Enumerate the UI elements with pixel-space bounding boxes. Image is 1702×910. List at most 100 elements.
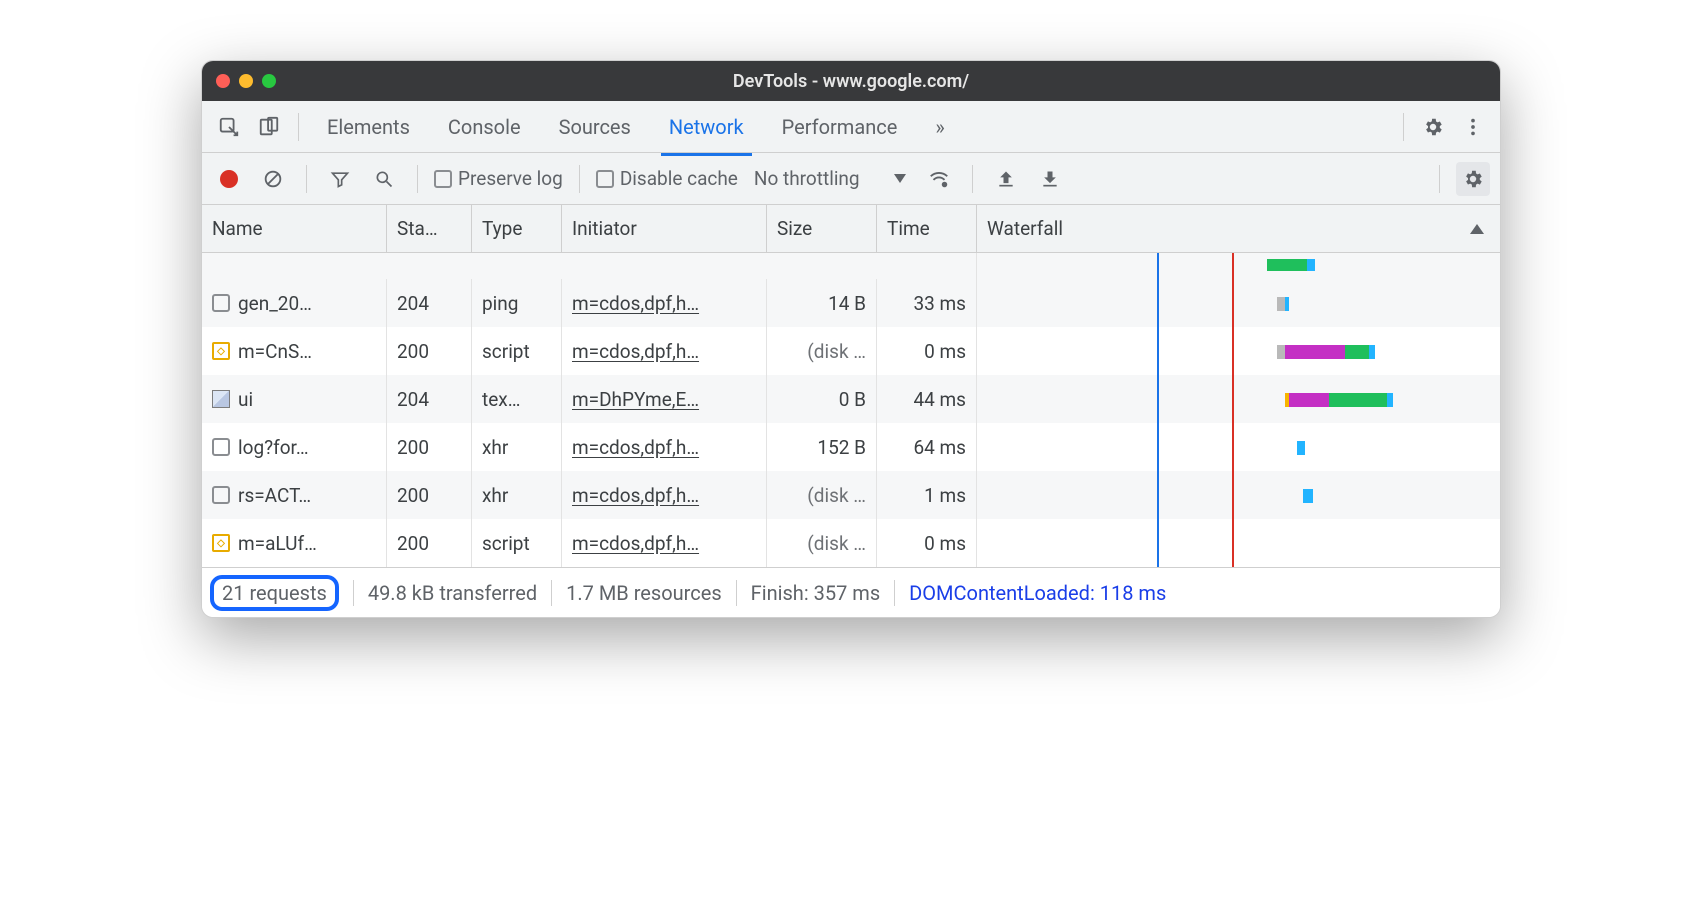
network-status-bar: 21 requests 49.8 kB transferred 1.7 MB r… (202, 567, 1500, 617)
table-row[interactable]: ui204tex…m=DhPYme,E…0 B44 ms (202, 375, 1500, 423)
clear-button[interactable] (256, 162, 290, 196)
cell-type: script (472, 519, 562, 567)
cell-type: ping (472, 279, 562, 327)
search-icon[interactable] (367, 162, 401, 196)
cell-waterfall (977, 375, 1500, 423)
more-menu-icon[interactable] (1456, 110, 1490, 144)
cell-initiator[interactable]: m=cdos,dpf,h… (562, 327, 767, 375)
divider (579, 165, 580, 193)
status-transferred: 49.8 kB transferred (368, 581, 537, 605)
col-type[interactable]: Type (472, 205, 562, 252)
cell-waterfall (977, 471, 1500, 519)
tab-elements[interactable]: Elements (323, 111, 414, 143)
status-domcontentloaded: DOMContentLoaded: 118 ms (909, 581, 1166, 605)
cell-size: (disk … (767, 471, 877, 519)
tab-sources[interactable]: Sources (555, 111, 635, 143)
cell-type: script (472, 327, 562, 375)
cell-status: 200 (387, 519, 472, 567)
cell-name: ◇m=CnS… (202, 327, 387, 375)
sort-asc-icon (1470, 224, 1484, 234)
cell-waterfall (977, 279, 1500, 327)
preserve-log-label: Preserve log (458, 167, 563, 190)
cell-size: 0 B (767, 375, 877, 423)
table-row[interactable]: ◇m=aLUf…200scriptm=cdos,dpf,h…(disk …0 m… (202, 519, 1500, 567)
network-table-header: Name Sta… Type Initiator Size Time Water… (202, 205, 1500, 253)
chevron-down-icon (894, 174, 906, 183)
network-toolbar: Preserve log Disable cache No throttling (202, 153, 1500, 205)
cell-size: 14 B (767, 279, 877, 327)
cell-type: xhr (472, 471, 562, 519)
col-time[interactable]: Time (877, 205, 977, 252)
cell-time: 33 ms (877, 279, 977, 327)
cell-initiator[interactable]: m=cdos,dpf,h… (562, 471, 767, 519)
throttling-select[interactable]: No throttling (748, 167, 912, 190)
tab-performance[interactable]: Performance (778, 111, 902, 143)
tab-network[interactable]: Network (665, 111, 748, 143)
upload-har-icon[interactable] (989, 162, 1023, 196)
cell-type: tex… (472, 375, 562, 423)
divider (306, 165, 307, 193)
tabs-overflow[interactable]: » (931, 111, 948, 143)
divider (1439, 165, 1440, 193)
cell-status: 200 (387, 327, 472, 375)
close-window-button[interactable] (216, 74, 230, 88)
cell-time: 1 ms (877, 471, 977, 519)
settings-gear-icon[interactable] (1416, 110, 1450, 144)
table-row[interactable]: rs=ACT…200xhrm=cdos,dpf,h…(disk …1 ms (202, 471, 1500, 519)
divider (972, 165, 973, 193)
panel-tabs: Elements Console Sources Network Perform… (323, 111, 949, 143)
cell-waterfall (977, 327, 1500, 375)
network-settings-gear-icon[interactable] (1456, 162, 1490, 196)
minimize-window-button[interactable] (239, 74, 253, 88)
col-status[interactable]: Sta… (387, 205, 472, 252)
status-requests: 21 requests (210, 575, 339, 611)
titlebar: DevTools - www.google.com/ (202, 61, 1500, 101)
table-row[interactable]: gen_20…204pingm=cdos,dpf,h…14 B33 ms (202, 279, 1500, 327)
cell-size: (disk … (767, 519, 877, 567)
throttling-value: No throttling (754, 167, 860, 190)
cell-name: gen_20… (202, 279, 387, 327)
cell-initiator[interactable]: m=cdos,dpf,h… (562, 519, 767, 567)
cell-name: ◇m=aLUf… (202, 519, 387, 567)
status-finish: Finish: 357 ms (751, 581, 881, 605)
cell-time: 0 ms (877, 327, 977, 375)
col-name[interactable]: Name (202, 205, 387, 252)
col-initiator[interactable]: Initiator (562, 205, 767, 252)
cell-initiator[interactable]: m=cdos,dpf,h… (562, 423, 767, 471)
cell-status: 200 (387, 423, 472, 471)
cell-time: 64 ms (877, 423, 977, 471)
cell-initiator[interactable]: m=cdos,dpf,h… (562, 279, 767, 327)
waterfall-overview-strip (202, 253, 1500, 279)
cell-time: 0 ms (877, 519, 977, 567)
table-row[interactable]: log?for…200xhrm=cdos,dpf,h…152 B64 ms (202, 423, 1500, 471)
status-resources: 1.7 MB resources (566, 581, 722, 605)
col-waterfall[interactable]: Waterfall (977, 205, 1500, 252)
device-toolbar-icon[interactable] (252, 110, 286, 144)
zoom-window-button[interactable] (262, 74, 276, 88)
cell-size: 152 B (767, 423, 877, 471)
download-har-icon[interactable] (1033, 162, 1067, 196)
cell-name: log?for… (202, 423, 387, 471)
devtools-window: DevTools - www.google.com/ Elements Cons… (201, 60, 1501, 618)
cell-initiator[interactable]: m=DhPYme,E… (562, 375, 767, 423)
disable-cache-label: Disable cache (620, 167, 738, 190)
network-conditions-icon[interactable] (922, 162, 956, 196)
cell-type: xhr (472, 423, 562, 471)
table-row[interactable]: ◇m=CnS…200scriptm=cdos,dpf,h…(disk …0 ms (202, 327, 1500, 375)
disable-cache-checkbox[interactable]: Disable cache (596, 167, 738, 190)
network-table-body: gen_20…204pingm=cdos,dpf,h…14 B33 ms◇m=C… (202, 253, 1500, 567)
cell-status: 204 (387, 279, 472, 327)
preserve-log-checkbox[interactable]: Preserve log (434, 167, 563, 190)
col-waterfall-label: Waterfall (987, 217, 1063, 240)
tab-console[interactable]: Console (444, 111, 525, 143)
inspect-element-icon[interactable] (212, 110, 246, 144)
filter-icon[interactable] (323, 162, 357, 196)
main-tabs-bar: Elements Console Sources Network Perform… (202, 101, 1500, 153)
window-title: DevTools - www.google.com/ (733, 71, 969, 92)
divider (298, 113, 299, 141)
divider (1403, 113, 1404, 141)
col-size[interactable]: Size (767, 205, 877, 252)
traffic-lights (216, 74, 276, 88)
cell-name: ui (202, 375, 387, 423)
record-button[interactable] (212, 162, 246, 196)
